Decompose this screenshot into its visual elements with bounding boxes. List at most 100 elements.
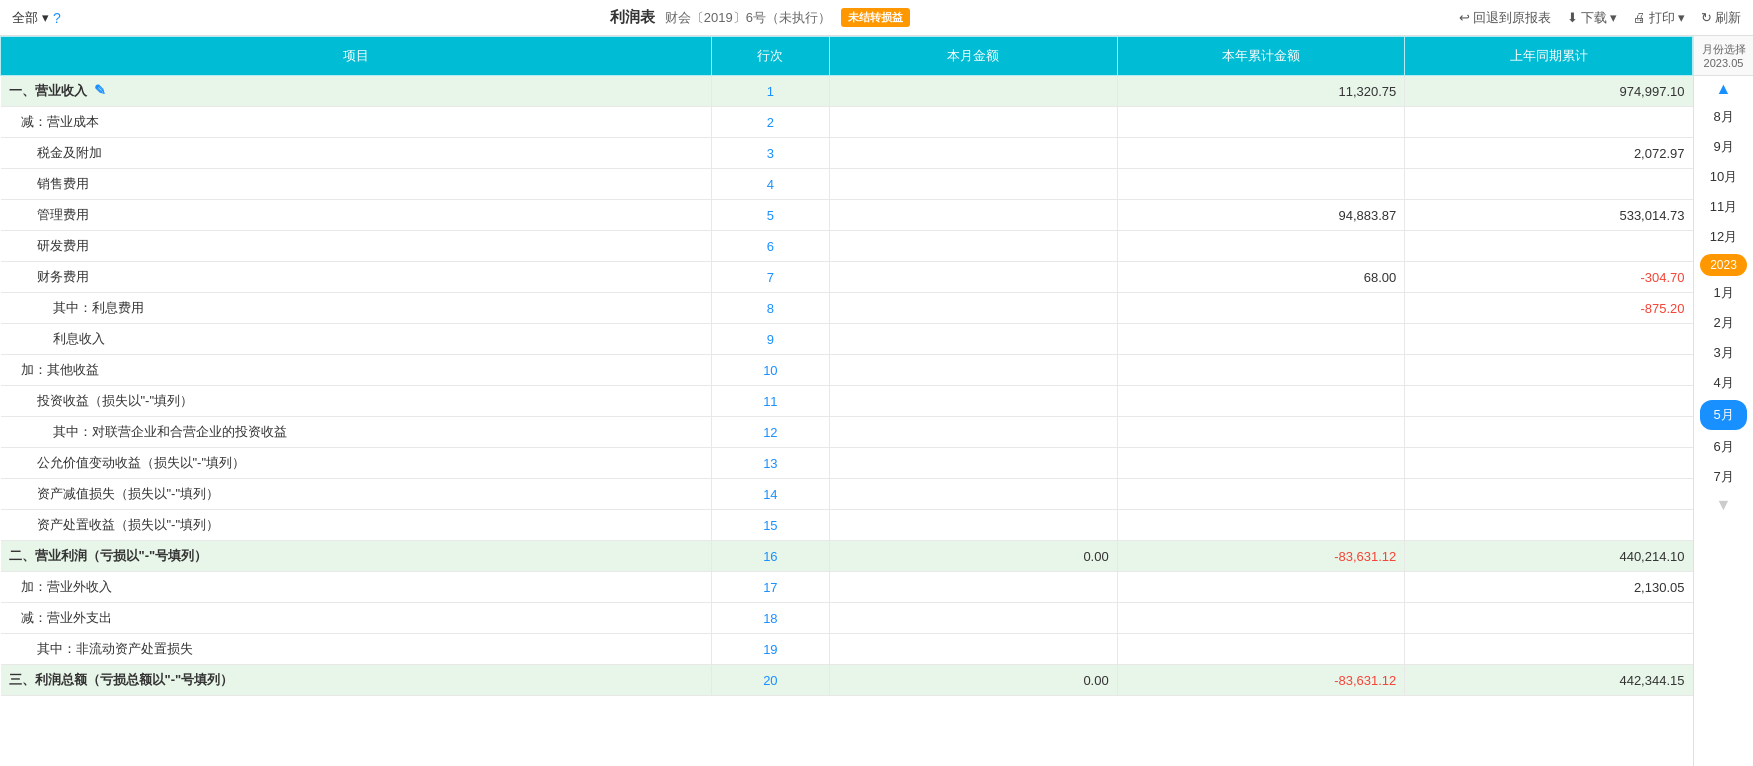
row-num: 10 (711, 355, 829, 386)
table-row: 研发费用6 (1, 231, 1693, 262)
row-label: 销售费用 (1, 169, 712, 200)
last-year-value: 974,997.10 (1405, 76, 1693, 107)
row-label: 一、营业收入 ✎ (1, 76, 712, 107)
row-label: 二、营业利润（亏损以"-"号填列） (1, 541, 712, 572)
col-header-year-cumulative: 本年累计金额 (1117, 37, 1405, 76)
table-row: 加：营业外收入172,130.05 (1, 572, 1693, 603)
current-month-value (830, 603, 1118, 634)
row-num: 7 (711, 262, 829, 293)
table-area[interactable]: 项目 行次 本月金额 本年累计金额 上年同期累计 一、营业收入 ✎111,320… (0, 36, 1693, 766)
current-month-value (830, 262, 1118, 293)
month-item[interactable]: 4月 (1694, 368, 1753, 398)
row-label: 其中：利息费用 (1, 293, 712, 324)
download-btn[interactable]: ⬇ 下载 ▾ (1567, 9, 1617, 27)
top-bar: 全部 ▾ ? 利润表 财会〔2019〕6号（未执行） 未结转损益 ↩ 回退到原报… (0, 0, 1753, 36)
year-cumulative-value (1117, 572, 1405, 603)
row-label: 减：营业成本 (1, 107, 712, 138)
row-num: 4 (711, 169, 829, 200)
row-num: 18 (711, 603, 829, 634)
year-cumulative-value (1117, 386, 1405, 417)
month-item[interactable]: 10月 (1694, 162, 1753, 192)
year-label[interactable]: 2023 (1700, 254, 1747, 276)
edit-icon[interactable]: ✎ (94, 82, 106, 98)
refresh-btn[interactable]: ↻ 刷新 (1701, 9, 1741, 27)
table-row: 利息收入9 (1, 324, 1693, 355)
unfinished-badge: 未结转损益 (841, 8, 910, 27)
year-cumulative-value (1117, 417, 1405, 448)
last-year-value (1405, 448, 1693, 479)
row-label: 投资收益（损失以"-"填列） (1, 386, 712, 417)
month-item[interactable]: 7月 (1694, 462, 1753, 492)
row-num: 11 (711, 386, 829, 417)
month-item[interactable]: 11月 (1694, 192, 1753, 222)
row-label: 资产减值损失（损失以"-"填列） (1, 479, 712, 510)
refresh-icon: ↻ (1701, 10, 1712, 25)
year-cumulative-value (1117, 603, 1405, 634)
row-label: 税金及附加 (1, 138, 712, 169)
row-label: 其中：对联营企业和合营企业的投资收益 (1, 417, 712, 448)
col-header-last-year: 上年同期累计 (1405, 37, 1693, 76)
row-label: 公允价值变动收益（损失以"-"填列） (1, 448, 712, 479)
back-icon: ↩ (1459, 10, 1470, 25)
row-num: 15 (711, 510, 829, 541)
print-icon: 🖨 (1633, 10, 1646, 25)
month-sidebar: 月份选择 2023.05 ▲ 8月9月10月11月12月20231月2月3月4月… (1693, 36, 1753, 766)
row-num: 2 (711, 107, 829, 138)
month-nav-down[interactable]: ▼ (1694, 492, 1753, 518)
row-label: 加：其他收益 (1, 355, 712, 386)
current-month-value: 0.00 (830, 541, 1118, 572)
last-year-value (1405, 417, 1693, 448)
current-month-value (830, 293, 1118, 324)
back-btn[interactable]: ↩ 回退到原报表 (1459, 9, 1551, 27)
table-row: 二、营业利润（亏损以"-"号填列）160.00-83,631.12440,214… (1, 541, 1693, 572)
last-year-value: 533,014.73 (1405, 200, 1693, 231)
table-row: 其中：利息费用8-875.20 (1, 293, 1693, 324)
month-sidebar-title: 月份选择 (1696, 42, 1751, 57)
row-num: 5 (711, 200, 829, 231)
month-item[interactable]: 12月 (1694, 222, 1753, 252)
table-row: 投资收益（损失以"-"填列）11 (1, 386, 1693, 417)
table-row: 减：营业成本2 (1, 107, 1693, 138)
current-month-value (830, 138, 1118, 169)
row-num: 20 (711, 665, 829, 696)
month-item[interactable]: 1月 (1694, 278, 1753, 308)
table-row: 管理费用594,883.87533,014.73 (1, 200, 1693, 231)
all-select-dropdown[interactable]: 全部 ▾ ? (12, 9, 61, 27)
top-bar-actions: ↩ 回退到原报表 ⬇ 下载 ▾ 🖨 打印 ▾ ↻ 刷新 (1459, 9, 1741, 27)
month-item[interactable]: 9月 (1694, 132, 1753, 162)
year-cumulative-value (1117, 355, 1405, 386)
month-item[interactable]: 6月 (1694, 432, 1753, 462)
last-year-value (1405, 479, 1693, 510)
current-month-value (830, 448, 1118, 479)
month-item[interactable]: 5月 (1700, 400, 1747, 430)
month-item[interactable]: 2月 (1694, 308, 1753, 338)
current-month-value: 0.00 (830, 665, 1118, 696)
row-num: 16 (711, 541, 829, 572)
report-title: 利润表 (610, 8, 655, 27)
row-num: 8 (711, 293, 829, 324)
last-year-value (1405, 231, 1693, 262)
row-label: 加：营业外收入 (1, 572, 712, 603)
year-cumulative-value: 94,883.87 (1117, 200, 1405, 231)
last-year-value: 2,130.05 (1405, 572, 1693, 603)
month-sidebar-year: 2023.05 (1696, 57, 1751, 69)
current-month-value (830, 355, 1118, 386)
month-item[interactable]: 3月 (1694, 338, 1753, 368)
table-row: 三、利润总额（亏损总额以"-"号填列）200.00-83,631.12442,3… (1, 665, 1693, 696)
main-container: 全部 ▾ ? 利润表 财会〔2019〕6号（未执行） 未结转损益 ↩ 回退到原报… (0, 0, 1753, 766)
row-num: 13 (711, 448, 829, 479)
month-list: 8月9月10月11月12月20231月2月3月4月5月6月7月 (1694, 102, 1753, 492)
row-label: 其中：非流动资产处置损失 (1, 634, 712, 665)
current-month-value (830, 634, 1118, 665)
month-item[interactable]: 8月 (1694, 102, 1753, 132)
last-year-value (1405, 107, 1693, 138)
month-nav-up[interactable]: ▲ (1694, 76, 1753, 102)
current-month-value (830, 107, 1118, 138)
current-month-value (830, 510, 1118, 541)
table-row: 其中：对联营企业和合营企业的投资收益12 (1, 417, 1693, 448)
current-month-value (830, 200, 1118, 231)
col-header-rownum: 行次 (711, 37, 829, 76)
print-btn[interactable]: 🖨 打印 ▾ (1633, 9, 1685, 27)
row-label: 研发费用 (1, 231, 712, 262)
title-area: 利润表 财会〔2019〕6号（未执行） 未结转损益 (610, 8, 910, 27)
